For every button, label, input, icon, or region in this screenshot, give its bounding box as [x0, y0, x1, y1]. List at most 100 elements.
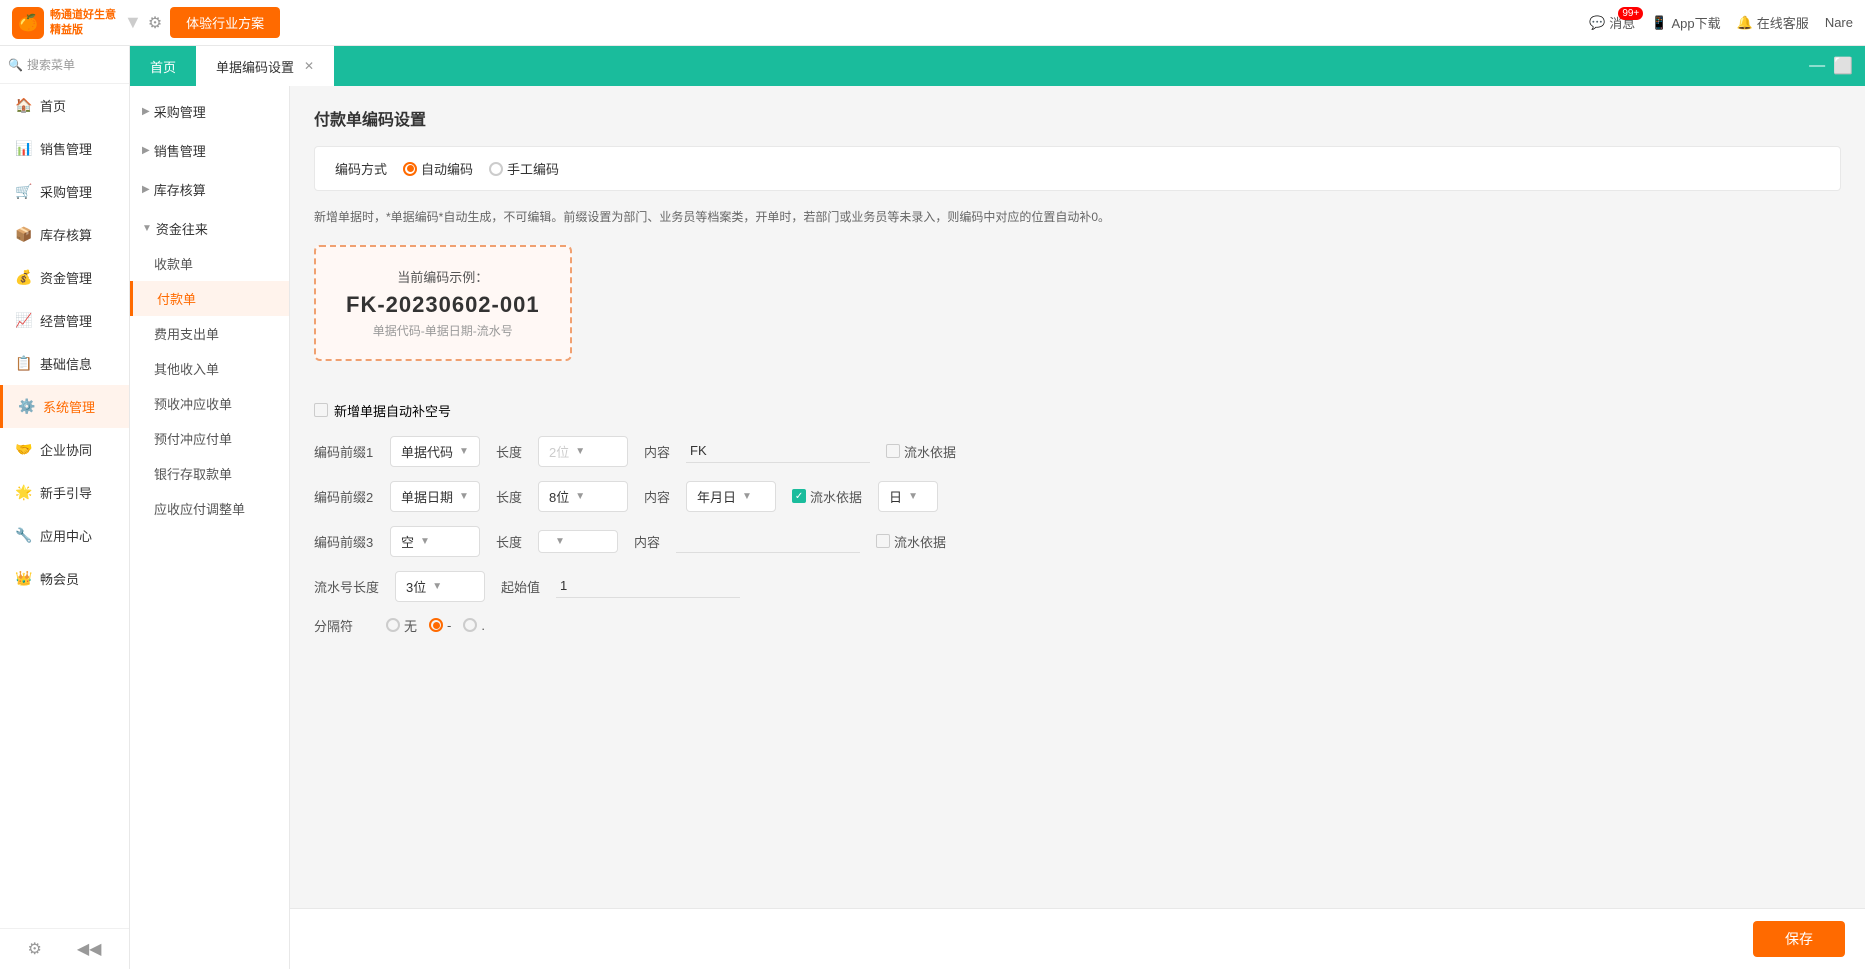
- sidebar-footer: ⚙ ◀◀: [0, 928, 129, 969]
- sub-menu-item-bank[interactable]: 银行存取款单: [130, 456, 289, 491]
- prefix1-length-select[interactable]: 2位 ▼: [538, 436, 628, 467]
- sidebar-item-home[interactable]: 🏠 首页: [0, 84, 129, 127]
- prefix2-length-arrow: ▼: [575, 491, 585, 502]
- sub-menu-purchase-label: 采购管理: [154, 102, 206, 121]
- auto-code-radio[interactable]: [403, 162, 417, 176]
- business-icon: 📈: [16, 313, 32, 329]
- sub-menu-item-payment[interactable]: 付款单: [130, 281, 289, 316]
- sep-dash-option[interactable]: -: [429, 618, 451, 633]
- auto-fill-row: 新增单据自动补空号: [314, 401, 1841, 420]
- prefix1-length-arrow: ▼: [575, 446, 585, 457]
- sidebar-item-member[interactable]: 👑 畅会员: [0, 557, 129, 600]
- sep-dash-radio[interactable]: [429, 618, 443, 632]
- prefix3-row: 编码前缀3 空 ▼ 长度 ▼ 内容: [314, 526, 1841, 557]
- sub-menu-item-prepay-ar[interactable]: 预收冲应收单: [130, 386, 289, 421]
- sub-menu-item-receipt[interactable]: 收款单: [130, 246, 289, 281]
- tab-home-label: 首页: [150, 57, 176, 76]
- prefix2-select[interactable]: 单据日期 ▼: [390, 481, 480, 512]
- waterflow-length-select[interactable]: 3位 ▼: [395, 571, 485, 602]
- auto-code-option[interactable]: 自动编码: [403, 159, 473, 178]
- sidebar-item-sales[interactable]: 📊 销售管理: [0, 127, 129, 170]
- collapse-btn[interactable]: ◀◀: [77, 939, 102, 959]
- prefix2-content-label: 内容: [644, 487, 670, 506]
- prefix3-waterflow-check[interactable]: 流水依据: [876, 532, 946, 551]
- prefix3-content-input[interactable]: [676, 529, 860, 553]
- prefix2-waterflow-label: 流水依据: [810, 487, 862, 506]
- search-menu-btn[interactable]: 🔍 搜索菜单: [0, 46, 129, 84]
- sub-menu-header-finance[interactable]: ▼ 资金往来: [130, 211, 289, 246]
- tab-home[interactable]: 首页: [130, 46, 196, 86]
- sep-none-option[interactable]: 无: [386, 616, 417, 635]
- sub-menu-header-purchase[interactable]: ▶ 采购管理: [130, 94, 289, 129]
- sub-menu-item-adjustment[interactable]: 应收应付调整单: [130, 491, 289, 526]
- prefix3-select[interactable]: 空 ▼: [390, 526, 480, 557]
- sub-menu-item-prepay-ap[interactable]: 预付冲应付单: [130, 421, 289, 456]
- prefix2-label: 编码前缀2: [314, 487, 374, 506]
- prefix1-waterflow-check[interactable]: 流水依据: [886, 442, 956, 461]
- manual-code-option[interactable]: 手工编码: [489, 159, 559, 178]
- industry-btn[interactable]: 体验行业方案: [170, 7, 280, 38]
- bottom-bar: 保存: [290, 908, 1865, 969]
- settings-footer-btn[interactable]: ⚙: [28, 939, 42, 959]
- prefix2-waterflow-check[interactable]: ✓ 流水依据: [792, 487, 862, 506]
- prefix3-value: 空: [401, 532, 414, 551]
- logo-text: 畅通道好生意 精益版: [50, 8, 116, 37]
- home-icon: 🏠: [16, 98, 32, 114]
- sidebar-item-basic[interactable]: 📋 基础信息: [0, 342, 129, 385]
- tab-maximize-btn[interactable]: ⬜: [1833, 56, 1853, 76]
- tab-close-icon[interactable]: ✕: [304, 59, 314, 73]
- prefix1-content-input[interactable]: [686, 439, 870, 463]
- save-button[interactable]: 保存: [1753, 921, 1845, 957]
- sidebar-item-guide[interactable]: 🌟 新手引导: [0, 471, 129, 514]
- waterflow-row: 流水号长度 3位 ▼ 起始值: [314, 571, 1841, 602]
- manual-code-radio[interactable]: [489, 162, 503, 176]
- auto-fill-label: 新增单据自动补空号: [334, 401, 451, 420]
- start-value-input[interactable]: [556, 574, 740, 598]
- sidebar-item-finance[interactable]: 💰 资金管理: [0, 256, 129, 299]
- waterflow-length-arrow: ▼: [432, 581, 442, 592]
- prefix1-waterflow-checkbox[interactable]: [886, 444, 900, 458]
- sidebar-item-business[interactable]: 📈 经营管理: [0, 299, 129, 342]
- encoding-radio-group: 自动编码 手工编码: [403, 159, 559, 178]
- sub-menu-header-sales[interactable]: ▶ 销售管理: [130, 133, 289, 168]
- prefix1-content-label: 内容: [644, 442, 670, 461]
- sub-menu-header-inventory[interactable]: ▶ 库存核算: [130, 172, 289, 207]
- sub-menu-item-other-income[interactable]: 其他收入单: [130, 351, 289, 386]
- prefix3-waterflow-checkbox[interactable]: [876, 534, 890, 548]
- prefix3-content-label: 内容: [634, 532, 660, 551]
- settings-icon[interactable]: ⚙: [148, 13, 162, 33]
- auto-fill-checkbox[interactable]: [314, 403, 328, 417]
- sidebar-item-purchase[interactable]: 🛒 采购管理: [0, 170, 129, 213]
- prefix2-content-select[interactable]: 年月日 ▼: [686, 481, 776, 512]
- inventory-icon: 📦: [16, 227, 32, 243]
- online-service-btn[interactable]: 🔔 在线客服: [1737, 13, 1809, 32]
- prefix2-waterflow-checkbox[interactable]: ✓: [792, 489, 806, 503]
- info-text: 新增单据时，*单据编码*自动生成，不可编辑。前缀设置为部门、业务员等档案类，开单…: [314, 207, 1841, 229]
- prefix3-length-select[interactable]: ▼: [538, 530, 618, 553]
- sub-menu-finance: ▼ 资金往来 收款单 付款单 费用支出单 其他收入单 预收冲应收单 预付冲应付单…: [130, 211, 289, 526]
- sidebar-label-business: 经营管理: [40, 311, 92, 330]
- sub-menu-item-expense[interactable]: 费用支出单: [130, 316, 289, 351]
- prefix2-length-label: 长度: [496, 487, 522, 506]
- prefix2-length-value: 8位: [549, 487, 569, 506]
- dropdown-btn[interactable]: ▼: [124, 12, 142, 33]
- prefix2-length-select[interactable]: 8位 ▼: [538, 481, 628, 512]
- prefix2-cycle-select[interactable]: 日 ▼: [878, 481, 938, 512]
- prefix2-value: 单据日期: [401, 487, 453, 506]
- sidebar-item-system[interactable]: ⚙️ 系统管理: [0, 385, 129, 428]
- app-download-btn[interactable]: 📱 App下载: [1651, 13, 1720, 32]
- search-icon: 🔍: [8, 58, 23, 72]
- sep-dot-option[interactable]: .: [463, 618, 485, 633]
- user-avatar[interactable]: Nare: [1825, 15, 1853, 30]
- tab-encoding[interactable]: 单据编码设置 ✕: [196, 46, 334, 86]
- tab-minimize-btn[interactable]: —: [1809, 57, 1825, 75]
- sep-none-radio[interactable]: [386, 618, 400, 632]
- sidebar-item-enterprise[interactable]: 🤝 企业协同: [0, 428, 129, 471]
- finance-icon: 💰: [16, 270, 32, 286]
- prefix1-select[interactable]: 单据代码 ▼: [390, 436, 480, 467]
- message-btn[interactable]: 💬 消息 99+: [1589, 13, 1635, 32]
- sidebar-item-inventory[interactable]: 📦 库存核算: [0, 213, 129, 256]
- sidebar-item-apps[interactable]: 🔧 应用中心: [0, 514, 129, 557]
- sidebar-label-inventory: 库存核算: [40, 225, 92, 244]
- sep-dot-radio[interactable]: [463, 618, 477, 632]
